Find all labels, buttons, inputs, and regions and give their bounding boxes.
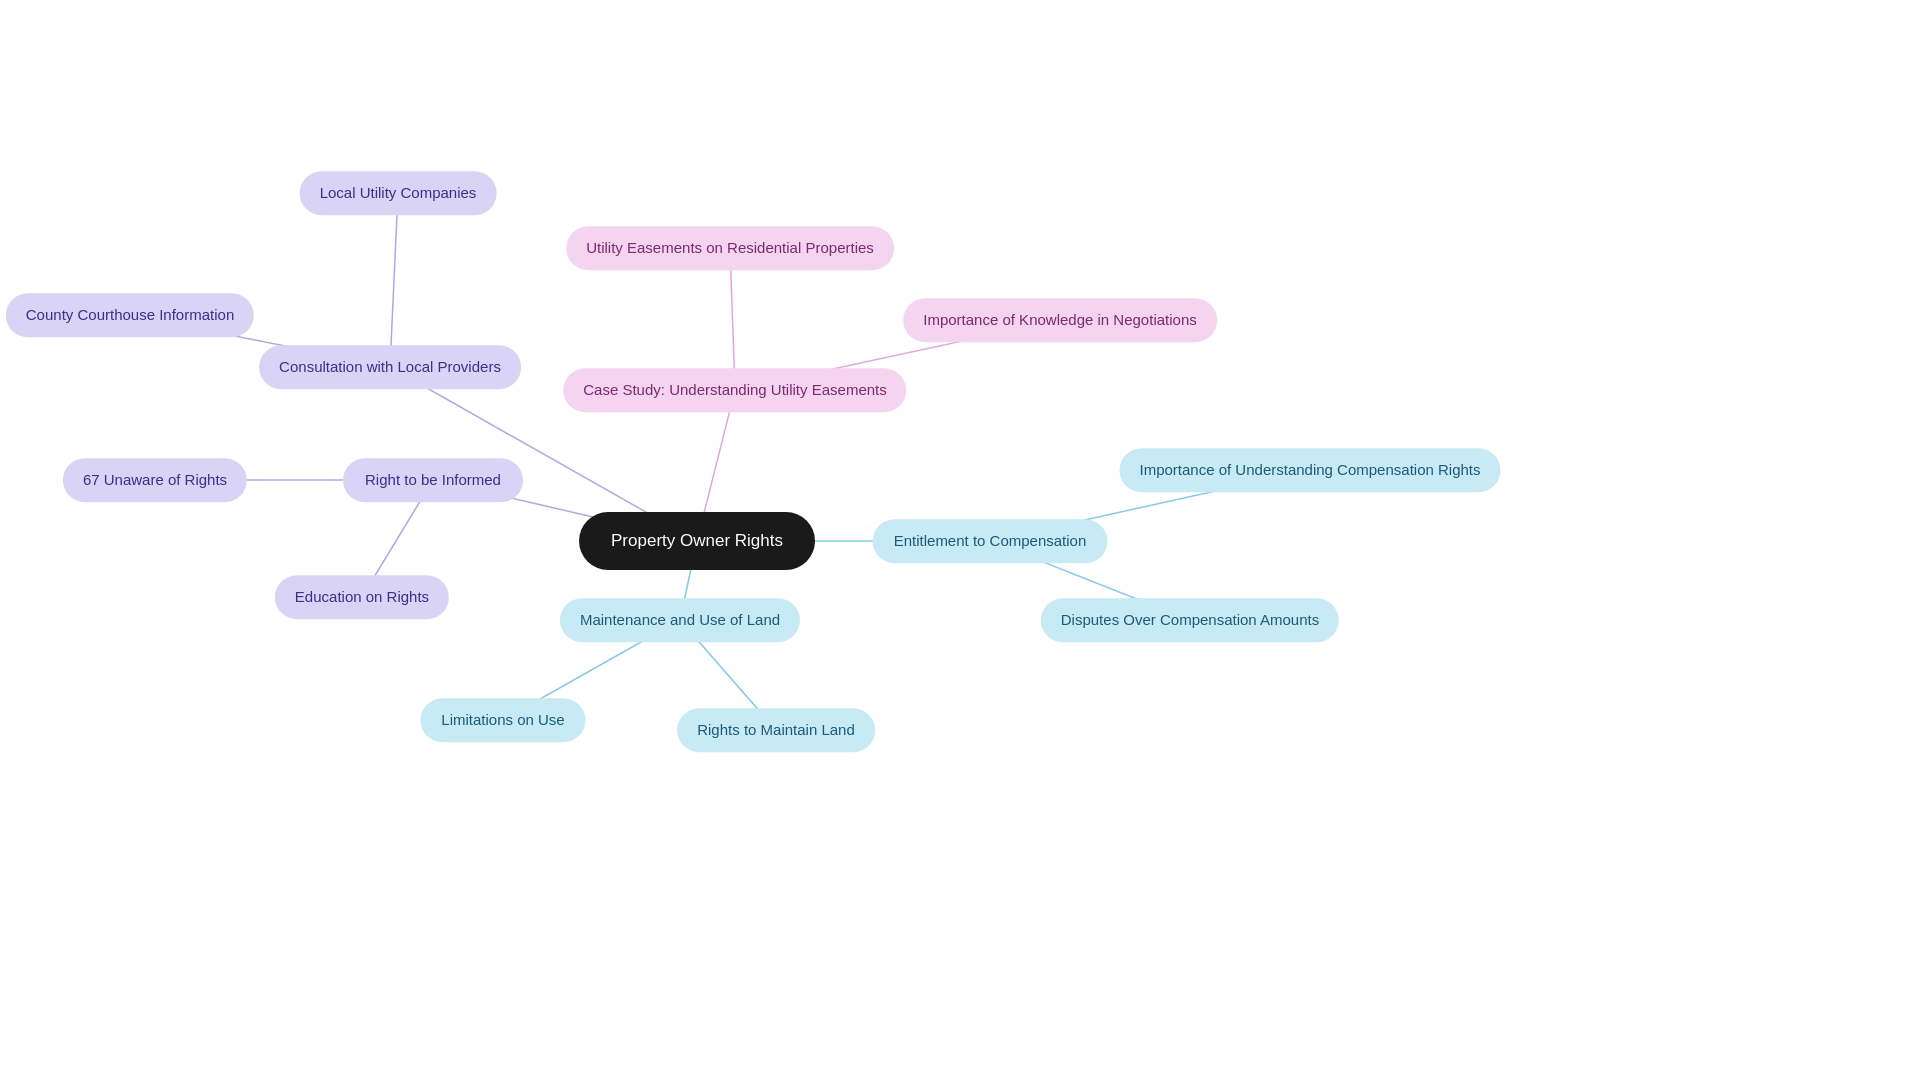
node-county[interactable]: County Courthouse Information xyxy=(6,293,254,337)
node-education[interactable]: Education on Rights xyxy=(275,575,449,619)
node-maintain-land[interactable]: Rights to Maintain Land xyxy=(677,708,875,752)
node-maintenance[interactable]: Maintenance and Use of Land xyxy=(560,598,800,642)
node-entitlement[interactable]: Entitlement to Compensation xyxy=(873,519,1108,563)
node-limitations[interactable]: Limitations on Use xyxy=(421,698,586,742)
center-node[interactable]: Property Owner Rights xyxy=(579,512,815,570)
node-case-study[interactable]: Case Study: Understanding Utility Easeme… xyxy=(563,368,906,412)
node-comp-rights[interactable]: Importance of Understanding Compensation… xyxy=(1119,448,1500,492)
mind-map: Property Owner Rights Consultation with … xyxy=(0,0,1920,1083)
node-utility-easements[interactable]: Utility Easements on Residential Propert… xyxy=(566,226,894,270)
node-utility-co[interactable]: Local Utility Companies xyxy=(300,171,497,215)
node-right-informed[interactable]: Right to be Informed xyxy=(343,458,523,502)
svg-line-3 xyxy=(390,193,398,367)
node-disputes[interactable]: Disputes Over Compensation Amounts xyxy=(1041,598,1339,642)
node-knowledge-neg[interactable]: Importance of Knowledge in Negotiations xyxy=(903,298,1217,342)
node-consultation[interactable]: Consultation with Local Providers xyxy=(259,345,521,389)
node-unaware[interactable]: 67 Unaware of Rights xyxy=(63,458,247,502)
